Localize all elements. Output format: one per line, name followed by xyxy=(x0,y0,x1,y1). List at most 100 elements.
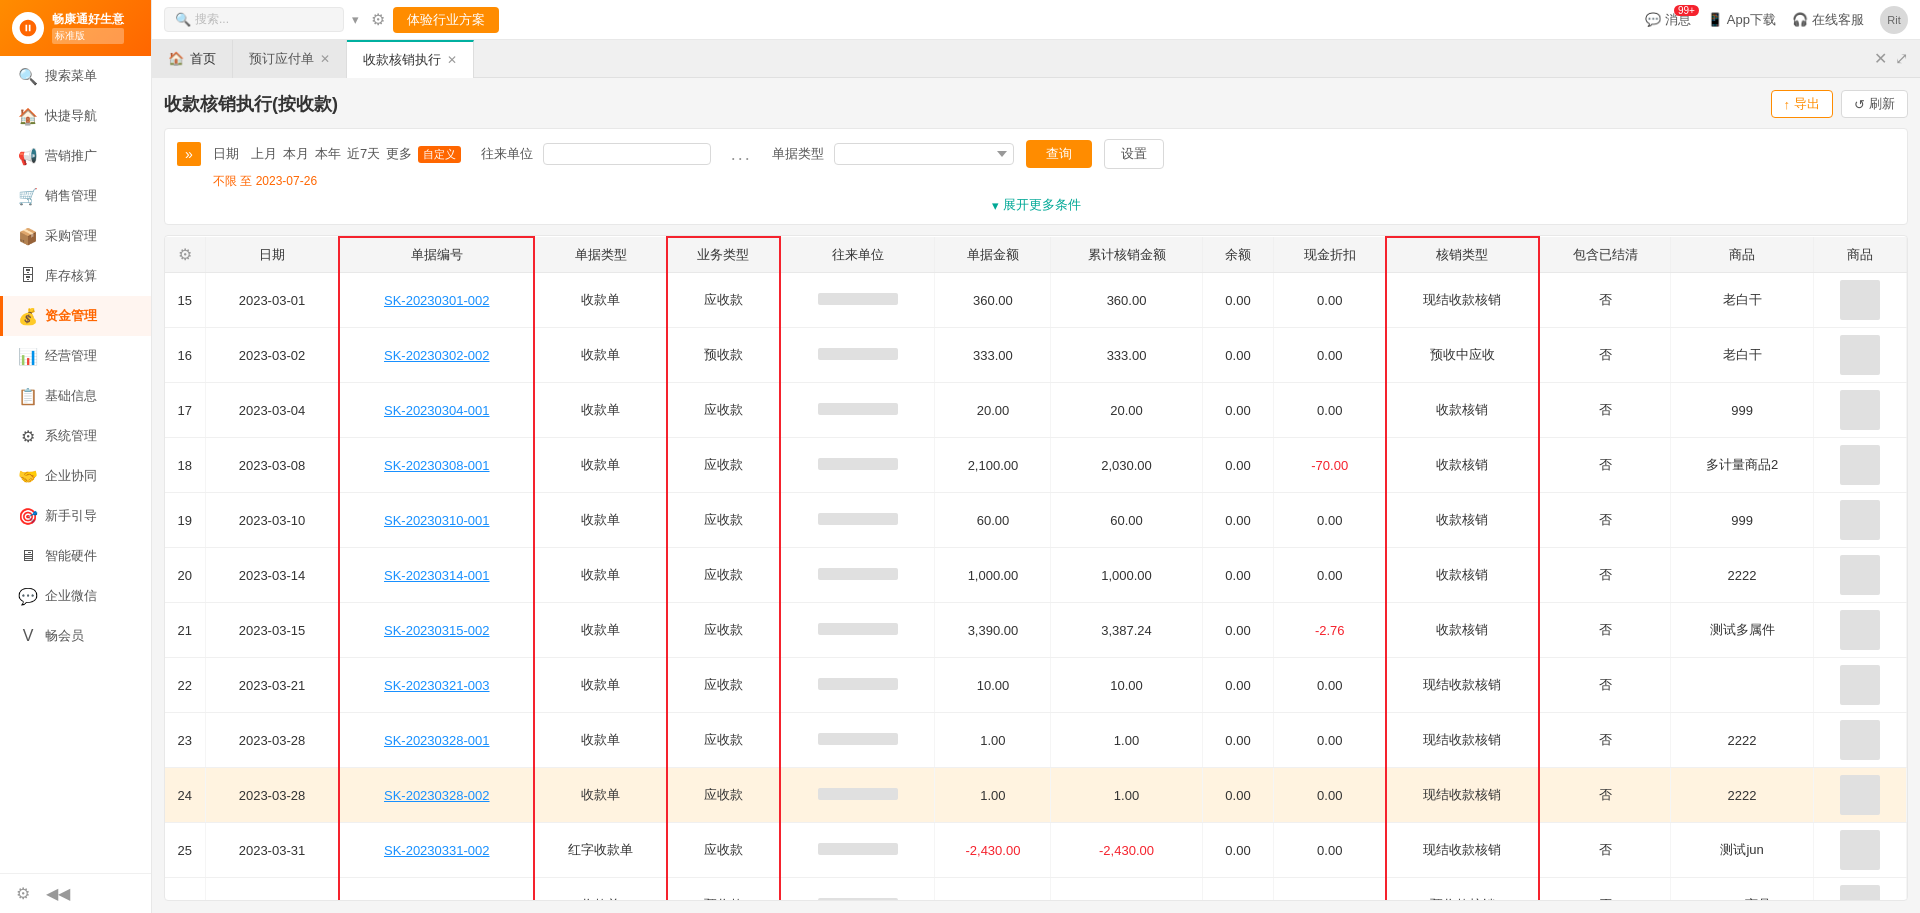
sidebar-item-搜索菜单[interactable]: 🔍搜索菜单 xyxy=(0,56,151,96)
td-sn: SK-20230304-001 xyxy=(339,383,534,438)
sidebar-item-经营管理[interactable]: 📊经营管理 xyxy=(0,336,151,376)
sn-link[interactable]: SK-20230328-001 xyxy=(384,733,490,748)
table-row: 21 2023-03-15 SK-20230315-002 收款单 应收款 3,… xyxy=(165,603,1907,658)
sidebar-item-畅会员[interactable]: V 畅会员 xyxy=(0,616,151,656)
filter-expand-button[interactable]: » xyxy=(177,142,201,166)
td-sn: SK-20230331-002 xyxy=(339,823,534,878)
th-settings[interactable]: ⚙ xyxy=(165,237,205,273)
th-date: 日期 xyxy=(205,237,339,273)
td-writeoff: 2,030.00 xyxy=(1051,438,1202,493)
sidebar-item-企业微信[interactable]: 💬企业微信 xyxy=(0,576,151,616)
table-header-row: ⚙ 日期 单据编号 单据类型 业务类型 往来单位 单据金额 累计核销金额 余额 … xyxy=(165,237,1907,273)
td-biz-type: 应收款 xyxy=(667,713,780,768)
solution-button[interactable]: 体验行业方案 xyxy=(393,7,499,33)
app-download-label: App下载 xyxy=(1727,11,1776,29)
date-this-month[interactable]: 本月 xyxy=(283,145,309,163)
tab-writeoff-close[interactable]: ✕ xyxy=(447,53,457,67)
td-goods2 xyxy=(1813,603,1906,658)
sn-link[interactable]: SK-20230302-002 xyxy=(384,348,490,363)
sidebar-item-基础信息[interactable]: 📋基础信息 xyxy=(0,376,151,416)
receipt-type-select[interactable] xyxy=(834,143,1014,165)
th-included: 包含已结清 xyxy=(1539,237,1671,273)
sn-link[interactable]: SK-20230403-002 xyxy=(384,898,490,901)
td-discount: 0.00 xyxy=(1274,548,1386,603)
setting-button[interactable]: 设置 xyxy=(1104,139,1164,169)
app-download-button[interactable]: 📱 App下载 xyxy=(1707,11,1776,29)
nav-label-14: 畅会员 xyxy=(45,627,84,645)
column-settings-icon[interactable]: ⚙ xyxy=(178,246,192,263)
td-goods1: 测试jun xyxy=(1671,823,1813,878)
settings-footer-icon[interactable]: ⚙ xyxy=(16,884,30,903)
table-scroll[interactable]: ⚙ 日期 单据编号 单据类型 业务类型 往来单位 单据金额 累计核销金额 余额 … xyxy=(165,236,1907,900)
expand-more-button[interactable]: ▾ 展开更多条件 xyxy=(992,196,1081,214)
sn-link[interactable]: SK-20230310-001 xyxy=(384,513,490,528)
sidebar-item-系统管理[interactable]: ⚙系统管理 xyxy=(0,416,151,456)
td-biz-type: 应收款 xyxy=(667,493,780,548)
sidebar-item-资金管理[interactable]: 💰 资金管理 xyxy=(0,296,151,336)
sidebar-item-销售管理[interactable]: 🛒销售管理 xyxy=(0,176,151,216)
close-all-icon[interactable]: ✕ xyxy=(1874,49,1887,68)
td-receipt-type: 收款单 xyxy=(534,878,667,901)
td-sn: SK-20230308-001 xyxy=(339,438,534,493)
td-partner xyxy=(780,603,935,658)
sidebar-item-新手引导[interactable]: 🎯新手引导 xyxy=(0,496,151,536)
sidebar-item-库存核算[interactable]: 🗄库存核算 xyxy=(0,256,151,296)
nav-label-13: 企业微信 xyxy=(45,587,97,605)
date-this-year[interactable]: 本年 xyxy=(315,145,341,163)
td-included: 否 xyxy=(1539,603,1671,658)
avatar[interactable]: Rit xyxy=(1880,6,1908,34)
collapse-icon[interactable]: ◀◀ xyxy=(46,884,70,903)
refresh-button[interactable]: ↺ 刷新 xyxy=(1841,90,1908,118)
sn-link[interactable]: SK-20230304-001 xyxy=(384,403,490,418)
tab-bar: 🏠 首页 预订应付单 ✕ 收款核销执行 ✕ ✕ ⤢ xyxy=(152,40,1920,78)
sidebar-item-营销推广[interactable]: 📢营销推广 xyxy=(0,136,151,176)
sn-link[interactable]: SK-20230308-001 xyxy=(384,458,490,473)
td-partner xyxy=(780,273,935,328)
td-discount: 0.00 xyxy=(1274,823,1386,878)
sn-link[interactable]: SK-20230315-002 xyxy=(384,623,490,638)
tab-prepay[interactable]: 预订应付单 ✕ xyxy=(233,40,347,78)
td-write-type: 收款核销 xyxy=(1386,548,1539,603)
sidebar-item-智能硬件[interactable]: 🖥智能硬件 xyxy=(0,536,151,576)
sn-link[interactable]: SK-20230314-001 xyxy=(384,568,490,583)
th-balance: 余额 xyxy=(1202,237,1274,273)
nav-icon-6: 💰 xyxy=(19,307,37,325)
sidebar-item-快捷导航[interactable]: 🏠快捷导航 xyxy=(0,96,151,136)
search-icon: 🔍 xyxy=(175,12,191,27)
nav-label-9: 系统管理 xyxy=(45,427,97,445)
tab-home[interactable]: 🏠 首页 xyxy=(152,40,233,78)
nav-icon-14: V xyxy=(19,627,37,645)
expand-window-icon[interactable]: ⤢ xyxy=(1895,49,1908,68)
td-write-type: 预收款核销 xyxy=(1386,878,1539,901)
td-partner xyxy=(780,383,935,438)
query-button[interactable]: 查询 xyxy=(1026,140,1092,168)
td-biz-type: 应收款 xyxy=(667,658,780,713)
date-7days[interactable]: 近7天 xyxy=(347,145,380,163)
sidebar-item-采购管理[interactable]: 📦采购管理 xyxy=(0,216,151,256)
td-included: 否 xyxy=(1539,383,1671,438)
td-receipt-type: 红字收款单 xyxy=(534,823,667,878)
gear-icon[interactable]: ⚙ xyxy=(371,10,385,29)
date-last-month[interactable]: 上月 xyxy=(251,145,277,163)
online-service-button[interactable]: 🎧 在线客服 xyxy=(1792,11,1864,29)
nav-label-6: 资金管理 xyxy=(45,307,97,325)
td-biz-type: 应收款 xyxy=(667,823,780,878)
table-row: 23 2023-03-28 SK-20230328-001 收款单 应收款 1.… xyxy=(165,713,1907,768)
date-range-text: 不限 至 2023-07-26 xyxy=(213,174,317,188)
export-button[interactable]: ↑ 导出 xyxy=(1771,90,1834,118)
sn-link[interactable]: SK-20230328-002 xyxy=(384,788,490,803)
tab-writeoff[interactable]: 收款核销执行 ✕ xyxy=(347,40,474,78)
date-more[interactable]: 更多 xyxy=(386,145,412,163)
td-discount: 0.00 xyxy=(1274,878,1386,901)
sn-link[interactable]: SK-20230331-002 xyxy=(384,843,490,858)
sn-link[interactable]: SK-20230301-002 xyxy=(384,293,490,308)
partner-input[interactable] xyxy=(543,143,711,165)
sn-link[interactable]: SK-20230321-003 xyxy=(384,678,490,693)
td-included: 否 xyxy=(1539,823,1671,878)
messages-button[interactable]: 💬 消息 99+ xyxy=(1645,11,1691,29)
sidebar-logo: 畅康通好生意 标准版 xyxy=(0,0,151,56)
date-custom-button[interactable]: 自定义 xyxy=(418,146,461,163)
sidebar-item-企业协同[interactable]: 🤝企业协同 xyxy=(0,456,151,496)
td-writeoff: 1.00 xyxy=(1051,768,1202,823)
tab-prepay-close[interactable]: ✕ xyxy=(320,52,330,66)
